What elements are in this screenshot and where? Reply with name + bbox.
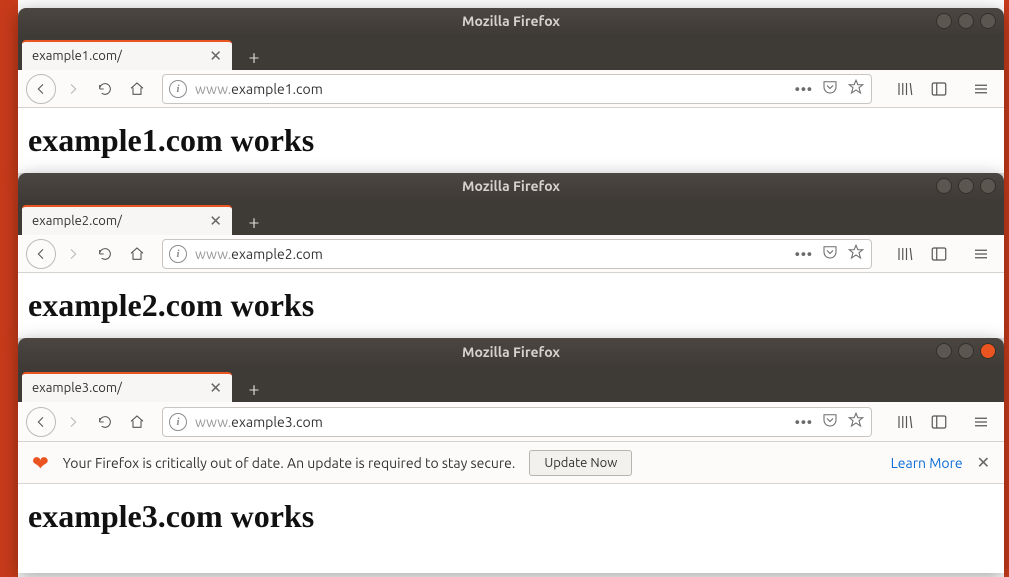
window-maximize-button[interactable] — [958, 13, 974, 29]
page-actions-icon[interactable]: ••• — [795, 246, 813, 262]
url-text: www.example3.com — [195, 414, 795, 430]
library-icon[interactable] — [890, 407, 920, 437]
page-heading: example1.com works — [28, 122, 994, 159]
window-close-button[interactable] — [980, 178, 996, 194]
site-info-icon[interactable]: i — [169, 245, 187, 263]
nav-toolbar: i www.example3.com ••• — [18, 402, 1004, 442]
window-maximize-button[interactable] — [958, 178, 974, 194]
reload-button[interactable] — [90, 239, 120, 269]
nav-toolbar: i www.example2.com ••• — [18, 235, 1004, 273]
page-heading: example2.com works — [28, 287, 994, 324]
desktop-background-right — [1004, 0, 1009, 577]
window-title: Mozilla Firefox — [462, 344, 560, 360]
learn-more-link[interactable]: Learn More — [891, 455, 963, 471]
desktop-background-left — [0, 0, 18, 577]
tab-bar: example3.com/ ✕ + — [18, 366, 1004, 402]
notification-message: Your Firefox is critically out of date. … — [63, 455, 516, 471]
page-content: example1.com works — [18, 108, 1004, 173]
page-actions-icon[interactable]: ••• — [795, 414, 813, 430]
url-text: www.example2.com — [195, 246, 795, 262]
pocket-icon[interactable] — [821, 243, 839, 264]
back-button[interactable] — [26, 407, 56, 437]
tab-label: example3.com/ — [32, 381, 209, 395]
page-heading: example3.com works — [28, 498, 994, 535]
new-tab-button[interactable]: + — [240, 42, 268, 70]
address-bar[interactable]: i www.example3.com ••• — [162, 407, 872, 437]
back-button[interactable] — [26, 74, 56, 104]
bookmark-star-icon[interactable] — [847, 243, 865, 264]
menu-icon[interactable] — [966, 407, 996, 437]
tab-close-icon[interactable]: ✕ — [209, 379, 222, 397]
browser-tab[interactable]: example1.com/ ✕ — [22, 40, 232, 70]
update-notification-bar: ❤ Your Firefox is critically out of date… — [18, 442, 1004, 484]
site-info-icon[interactable]: i — [169, 80, 187, 98]
tab-bar: example1.com/ ✕ + — [18, 34, 1004, 70]
forward-button — [58, 239, 88, 269]
menu-icon[interactable] — [966, 239, 996, 269]
pocket-icon[interactable] — [821, 78, 839, 99]
browser-tab[interactable]: example2.com/ ✕ — [22, 205, 232, 235]
menu-icon[interactable] — [966, 74, 996, 104]
page-content: example3.com works — [18, 484, 1004, 573]
window-titlebar[interactable]: Mozilla Firefox — [18, 173, 1004, 199]
page-actions-icon[interactable]: ••• — [795, 81, 813, 97]
page-content: example2.com works — [18, 273, 1004, 338]
window-minimize-button[interactable] — [936, 178, 952, 194]
browser-tab[interactable]: example3.com/ ✕ — [22, 372, 232, 402]
bookmark-star-icon[interactable] — [847, 78, 865, 99]
tab-close-icon[interactable]: ✕ — [209, 212, 222, 230]
pocket-icon[interactable] — [821, 411, 839, 432]
forward-button — [58, 74, 88, 104]
firefox-window-2: Mozilla Firefox example2.com/ ✕ + i www.… — [18, 173, 1004, 338]
bookmark-star-icon[interactable] — [847, 411, 865, 432]
firefox-window-1: Mozilla Firefox example1.com/ ✕ + i www.… — [18, 8, 1004, 173]
forward-button — [58, 407, 88, 437]
sidebar-icon[interactable] — [924, 239, 954, 269]
window-minimize-button[interactable] — [936, 13, 952, 29]
home-button[interactable] — [122, 74, 152, 104]
address-bar[interactable]: i www.example1.com ••• — [162, 74, 872, 104]
tab-bar: example2.com/ ✕ + — [18, 199, 1004, 235]
sidebar-icon[interactable] — [924, 407, 954, 437]
sidebar-icon[interactable] — [924, 74, 954, 104]
home-button[interactable] — [122, 407, 152, 437]
window-maximize-button[interactable] — [958, 343, 974, 359]
notification-close-icon[interactable]: ✕ — [977, 453, 990, 472]
reload-button[interactable] — [90, 407, 120, 437]
tab-label: example1.com/ — [32, 49, 209, 63]
tab-close-icon[interactable]: ✕ — [209, 47, 222, 65]
window-close-button[interactable] — [980, 13, 996, 29]
library-icon[interactable] — [890, 239, 920, 269]
back-button[interactable] — [26, 239, 56, 269]
new-tab-button[interactable]: + — [240, 207, 268, 235]
reload-button[interactable] — [90, 74, 120, 104]
firefox-window-3: Mozilla Firefox example3.com/ ✕ + i www.… — [18, 338, 1004, 573]
new-tab-button[interactable]: + — [240, 374, 268, 402]
update-now-button[interactable]: Update Now — [529, 450, 632, 476]
window-title: Mozilla Firefox — [462, 13, 560, 29]
library-icon[interactable] — [890, 74, 920, 104]
nav-toolbar: i www.example1.com ••• — [18, 70, 1004, 108]
heartbeat-icon: ❤ — [32, 451, 49, 475]
window-minimize-button[interactable] — [936, 343, 952, 359]
address-bar[interactable]: i www.example2.com ••• — [162, 239, 872, 269]
window-close-button[interactable] — [980, 343, 996, 359]
home-button[interactable] — [122, 239, 152, 269]
tab-label: example2.com/ — [32, 214, 209, 228]
window-titlebar[interactable]: Mozilla Firefox — [18, 8, 1004, 34]
site-info-icon[interactable]: i — [169, 413, 187, 431]
window-title: Mozilla Firefox — [462, 178, 560, 194]
url-text: www.example1.com — [195, 81, 795, 97]
window-titlebar[interactable]: Mozilla Firefox — [18, 338, 1004, 366]
